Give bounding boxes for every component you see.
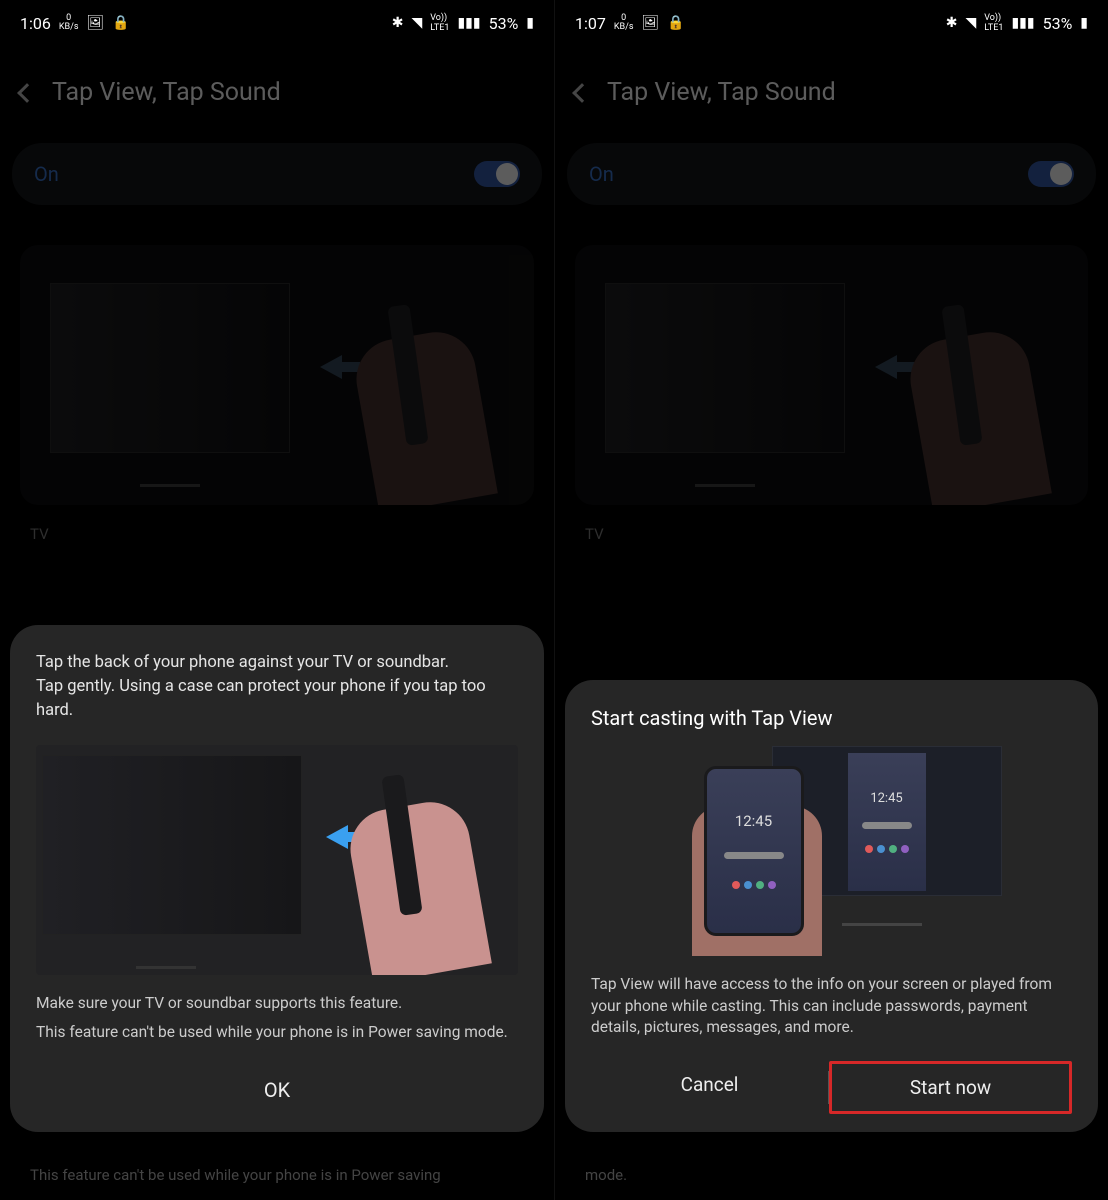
arrow-left-icon (326, 825, 348, 849)
arrow-left-icon (875, 355, 897, 379)
volte-icon: Vo))LTE1 (984, 13, 1003, 33)
master-toggle-row[interactable]: On (567, 143, 1096, 205)
tv-clock: 12:45 (870, 791, 902, 806)
phone-left: 1:06 0 KB/s 🖼 🔒 ✱ ◥ Vo))LTE1 ▮▮▮ 53% ▮ T… (0, 0, 554, 1200)
start-now-button[interactable]: Start now (829, 1061, 1072, 1114)
battery-percent: 53% (1043, 14, 1073, 33)
info-sheet: Tap the back of your phone against your … (10, 625, 544, 1132)
bluetooth-icon: ✱ (392, 15, 404, 31)
tv-section-label: TV (585, 525, 1078, 543)
image-icon: 🖼 (86, 15, 104, 31)
header: Tap View, Tap Sound (555, 46, 1108, 131)
battery-percent: 53% (489, 14, 519, 33)
toggle-switch[interactable] (474, 161, 520, 187)
page-title: Tap View, Tap Sound (607, 78, 836, 107)
sheet-note2: This feature can't be used while your ph… (36, 1022, 518, 1044)
status-kbs: 0 KB/s (59, 14, 79, 32)
cast-permission-dialog: Start casting with Tap View 12:45 12:4 (565, 680, 1098, 1132)
cancel-button[interactable]: Cancel (591, 1061, 828, 1114)
signal-icon: ▮▮▮ (457, 15, 480, 31)
arrow-left-icon (320, 355, 342, 379)
lock-icon: 🔒 (112, 15, 129, 31)
status-bar: 1:07 0 KB/s 🖼 🔒 ✱ ◥ Vo))LTE1 ▮▮▮ 53% ▮ (555, 0, 1108, 46)
sheet-illustration (36, 745, 518, 975)
sheet-line1: Tap the back of your phone against your … (36, 651, 518, 675)
wifi-icon: ◥ (411, 15, 422, 31)
tap-illustration (20, 245, 534, 505)
header: Tap View, Tap Sound (0, 46, 554, 131)
page-title: Tap View, Tap Sound (52, 78, 281, 107)
toggle-label: On (589, 162, 614, 186)
status-time: 1:07 (575, 14, 606, 33)
truncated-bg-text: mode. (585, 1166, 1078, 1184)
dialog-body: Tap View will have access to the info on… (591, 974, 1072, 1039)
lock-icon: 🔒 (667, 15, 684, 31)
bluetooth-icon: ✱ (946, 15, 958, 31)
sheet-line2: Tap gently. Using a case can protect you… (36, 675, 518, 723)
status-kbs: 0 KB/s (614, 14, 634, 32)
battery-icon: ▮ (526, 15, 534, 31)
back-icon[interactable] (572, 83, 592, 103)
battery-icon: ▮ (1080, 15, 1088, 31)
back-icon[interactable] (17, 83, 37, 103)
status-bar: 1:06 0 KB/s 🖼 🔒 ✱ ◥ Vo))LTE1 ▮▮▮ 53% ▮ (0, 0, 554, 46)
truncated-bg-text: This feature can't be used while your ph… (30, 1166, 524, 1184)
volte-icon: Vo))LTE1 (430, 13, 449, 33)
sheet-note1: Make sure your TV or soundbar supports t… (36, 993, 518, 1015)
phone-right: 1:07 0 KB/s 🖼 🔒 ✱ ◥ Vo))LTE1 ▮▮▮ 53% ▮ T… (554, 0, 1108, 1200)
ok-button[interactable]: OK (36, 1066, 518, 1114)
toggle-label: On (34, 162, 59, 186)
image-icon: 🖼 (641, 15, 659, 31)
status-time: 1:06 (20, 14, 51, 33)
dialog-title: Start casting with Tap View (591, 706, 1072, 730)
master-toggle-row[interactable]: On (12, 143, 542, 205)
tap-illustration (575, 245, 1088, 505)
wifi-icon: ◥ (965, 15, 976, 31)
signal-icon: ▮▮▮ (1011, 15, 1034, 31)
cast-illustration: 12:45 12:45 (662, 746, 1002, 956)
toggle-switch[interactable] (1028, 161, 1074, 187)
tv-section-label: TV (30, 525, 524, 543)
phone-clock: 12:45 (735, 812, 772, 830)
